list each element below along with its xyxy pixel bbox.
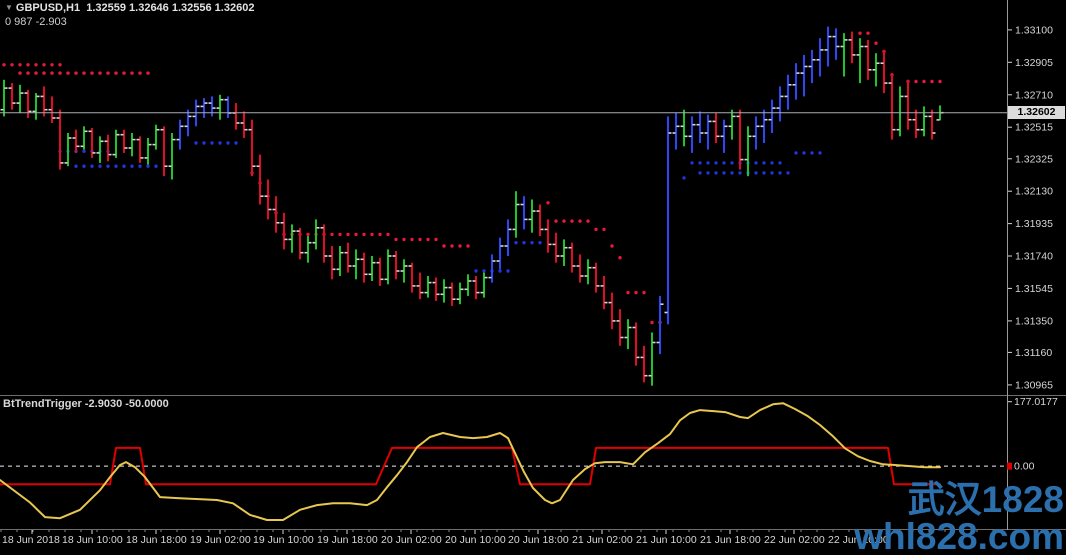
trend-dots-red [626, 291, 645, 294]
price-axis-label: 1.32515 [1015, 122, 1053, 134]
chart-shift-marker-icon: ▼ [5, 3, 16, 12]
time-axis-label: 20 Jun 02:00 [381, 534, 442, 546]
time-axis-label: 21 Jun 02:00 [572, 534, 633, 546]
price-axis-label: 1.32905 [1015, 57, 1053, 69]
price-axis-label: 1.33100 [1015, 24, 1053, 36]
time-axis-label: 19 Jun 18:00 [317, 534, 378, 546]
price-axis-label: 1.32710 [1015, 89, 1053, 101]
indicator-axis-label: 0.00 [1014, 461, 1035, 473]
chart-subtitle: 0 987 -2.903 [5, 16, 67, 28]
symbol-ohlc-text: GBPUSD,H1 1.32559 1.32646 1.32556 1.3260… [16, 2, 255, 14]
price-axis-label: 1.32325 [1015, 153, 1053, 165]
price-axis-label: 1.31545 [1015, 283, 1053, 295]
time-axis-label: 21 Jun 18:00 [700, 534, 761, 546]
watermark: 武汉1828 whl828.com [854, 481, 1064, 555]
trend-dots-red [610, 244, 613, 247]
chart-background [0, 0, 1066, 555]
time-axis-label: 18 Jun 10:00 [62, 534, 123, 546]
chart-canvas[interactable]: 1.33100 1.32905 1.32710 1.32515 1.32325 1.321… [0, 0, 1066, 555]
current-price-label: 1.32602 [1008, 106, 1065, 119]
price-axis-label: 1.30965 [1015, 379, 1053, 391]
price-axis-label: 1.31350 [1015, 315, 1053, 327]
indicator-axis-label: 177.0177 [1014, 396, 1058, 408]
watermark-line1: 武汉1828 [854, 481, 1064, 518]
chart-title: ▼GBPUSD,H1 1.32559 1.32646 1.32556 1.326… [5, 2, 254, 14]
trend-dots-red [874, 42, 877, 45]
trigger-value-marker [1007, 463, 1012, 470]
watermark-line2: whl828.com [854, 518, 1064, 555]
indicator-title: BtTrendTrigger -2.9030 -50.0000 [3, 398, 169, 410]
time-axis-label: 19 Jun 02:00 [190, 534, 251, 546]
time-axis-label: 21 Jun 10:00 [636, 534, 697, 546]
time-axis-label: 18 Jun 18:00 [126, 534, 187, 546]
time-axis-label: 20 Jun 18:00 [508, 534, 569, 546]
trend-dots-blue [682, 176, 685, 179]
time-axis-label: 18 Jun 2018 [2, 534, 60, 546]
mt4-chart-window: { "window": { "chart_marker": "▼", "titl… [0, 0, 1066, 555]
price-axis-label: 1.31160 [1015, 347, 1052, 359]
trend-dots-red [546, 201, 549, 204]
time-axis-label: 19 Jun 10:00 [253, 534, 314, 546]
time-axis-label: 20 Jun 10:00 [445, 534, 506, 546]
trend-dots-red [618, 256, 621, 259]
time-axis-label: 22 Jun 02:00 [764, 534, 825, 546]
price-axis-label: 1.31740 [1015, 251, 1053, 263]
price-axis-label: 1.31935 [1015, 218, 1053, 230]
price-axis-label: 1.32130 [1015, 186, 1053, 198]
